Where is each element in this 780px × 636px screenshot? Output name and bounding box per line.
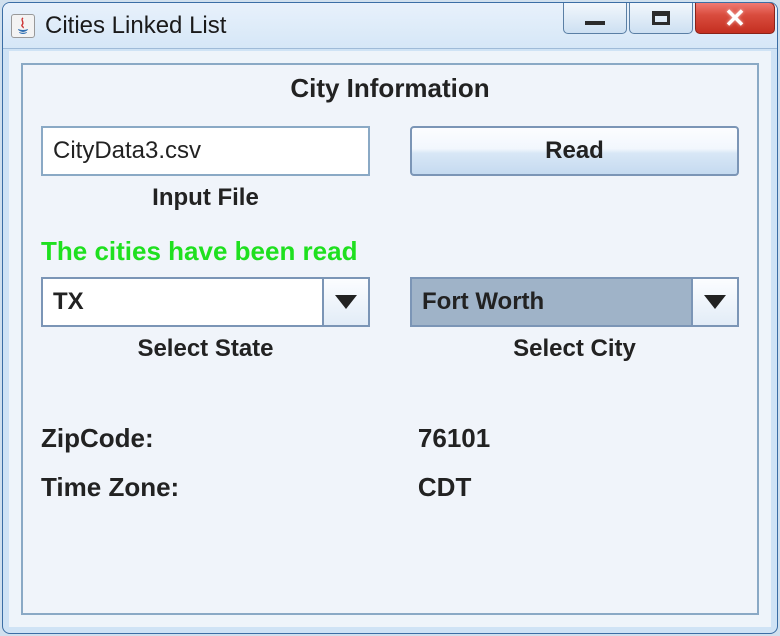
window-controls: ✕ bbox=[563, 2, 775, 34]
city-select[interactable]: Fort Worth bbox=[410, 277, 739, 327]
zipcode-value: 76101 bbox=[418, 423, 490, 454]
maximize-button[interactable] bbox=[629, 2, 693, 34]
window-frame: Cities Linked List ✕ City Information In… bbox=[2, 2, 778, 634]
result-block: ZipCode: 76101 Time Zone: CDT bbox=[41, 423, 739, 503]
read-button[interactable]: Read bbox=[410, 126, 739, 176]
chevron-down-icon bbox=[704, 295, 726, 309]
zipcode-row: ZipCode: 76101 bbox=[41, 423, 739, 454]
city-select-value: Fort Worth bbox=[412, 288, 691, 316]
zipcode-label: ZipCode: bbox=[41, 423, 418, 454]
minimize-button[interactable] bbox=[563, 2, 627, 34]
city-select-label: Select City bbox=[410, 335, 739, 363]
timezone-row: Time Zone: CDT bbox=[41, 472, 739, 503]
maximize-icon bbox=[652, 11, 670, 25]
minimize-icon bbox=[585, 21, 605, 25]
close-icon: ✕ bbox=[724, 3, 746, 34]
status-message: The cities have been read bbox=[41, 236, 739, 267]
state-select-value: TX bbox=[43, 288, 322, 316]
state-select[interactable]: TX bbox=[41, 277, 370, 327]
city-select-arrow[interactable] bbox=[691, 279, 737, 325]
close-button[interactable]: ✕ bbox=[695, 2, 775, 34]
input-file-field[interactable] bbox=[41, 126, 370, 176]
titlebar[interactable]: Cities Linked List ✕ bbox=[3, 3, 777, 49]
state-select-label: Select State bbox=[41, 335, 370, 363]
state-select-arrow[interactable] bbox=[322, 279, 368, 325]
java-app-icon bbox=[11, 14, 35, 38]
timezone-value: CDT bbox=[418, 472, 471, 503]
client-area: City Information Input File Read The cit… bbox=[9, 51, 771, 627]
panel-title: City Information bbox=[41, 73, 739, 104]
window-title: Cities Linked List bbox=[45, 12, 226, 40]
input-file-label: Input File bbox=[41, 184, 370, 212]
city-info-panel: City Information Input File Read The cit… bbox=[21, 63, 759, 615]
chevron-down-icon bbox=[335, 295, 357, 309]
timezone-label: Time Zone: bbox=[41, 472, 418, 503]
